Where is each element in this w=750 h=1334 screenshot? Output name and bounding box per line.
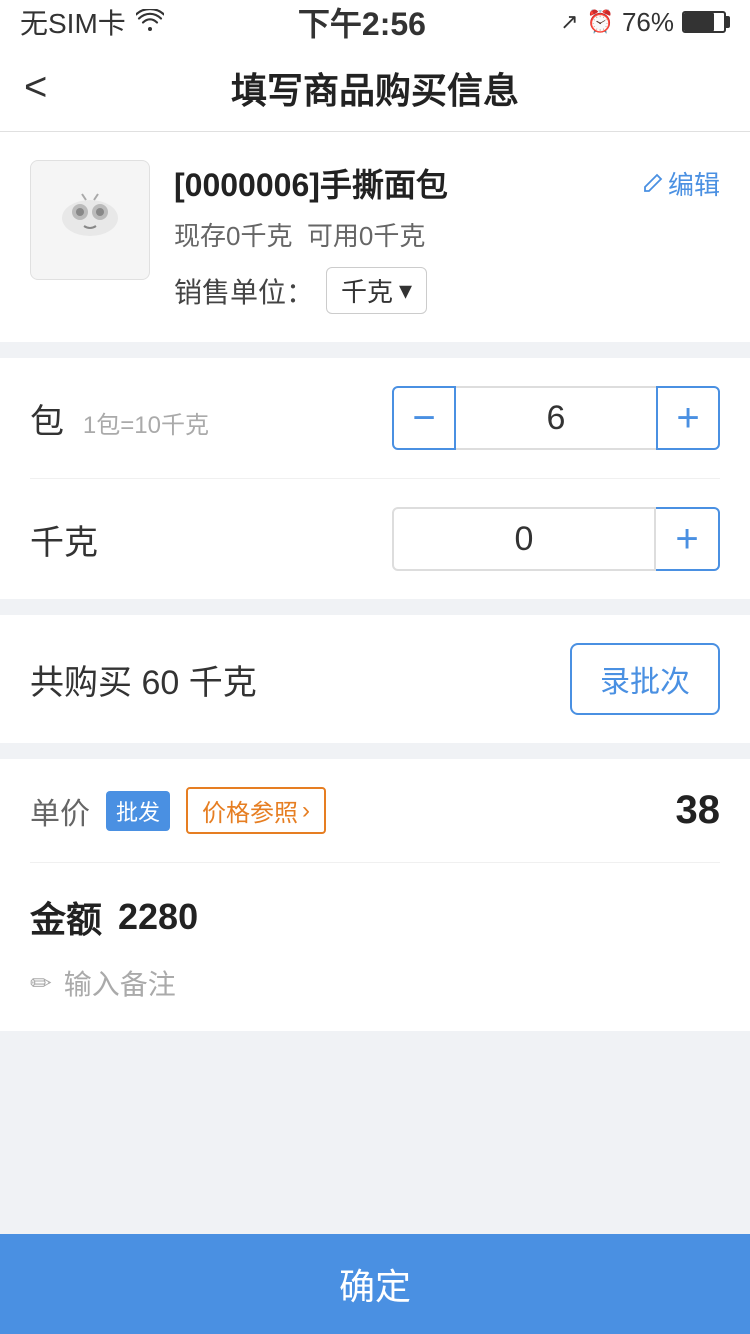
back-button[interactable]: < (24, 65, 47, 110)
bao-quantity-row: 包 1包=10千克 − + (30, 358, 720, 479)
kg-label: 千克 (30, 515, 98, 564)
amount-value: 2280 (118, 896, 198, 938)
status-left: 无SIM卡 (20, 2, 164, 42)
total-unit: 千克 (189, 664, 257, 702)
status-time: 下午2:56 (298, 0, 426, 45)
bao-increment-button[interactable]: + (656, 386, 720, 450)
bao-qty-control: − + (392, 386, 720, 450)
carrier-label: 无SIM卡 (20, 2, 126, 42)
kg-quantity-row: 千克 + (30, 479, 720, 599)
product-thumbnail (30, 160, 150, 280)
price-ref-arrow: › (302, 797, 310, 825)
battery-icon (682, 11, 730, 33)
unit-select[interactable]: 千克 ▾ (326, 267, 427, 314)
confirm-button-label: 确定 (339, 1258, 411, 1310)
bao-label-group: 包 1包=10千克 (30, 394, 209, 443)
unit-value: 千克 (341, 272, 393, 309)
price-ref-button[interactable]: 价格参照 › (186, 787, 326, 834)
price-ref-label: 价格参照 (202, 793, 298, 828)
dropdown-icon: ▾ (399, 275, 412, 306)
total-label: 共购买 (30, 664, 132, 702)
price-value: 38 (676, 788, 721, 833)
bao-decrement-button[interactable]: − (392, 386, 456, 450)
confirm-bar[interactable]: 确定 (0, 1234, 750, 1334)
amount-label: 金额 (30, 891, 102, 943)
remark-placeholder: 输入备注 (64, 963, 176, 1003)
nav-bar: < 填写商品购买信息 (0, 44, 750, 132)
total-row: 共购买 60 千克 录批次 (0, 615, 750, 743)
product-logo-icon (58, 190, 122, 250)
alarm-icon: ⏰ (587, 9, 614, 35)
price-label: 单价 (30, 789, 90, 833)
unit-row: 销售单位： 千克 ▾ (174, 267, 720, 314)
status-bar: 无SIM卡 下午2:56 ↗ ⏰ 76% (0, 0, 750, 44)
product-name-row: [0000006]手撕面包 编辑 (174, 160, 720, 206)
remark-row[interactable]: ✏ 输入备注 (30, 963, 720, 1003)
product-card: [0000006]手撕面包 编辑 现存0千克 可用0千克 销售单位： 千克 ▾ (0, 132, 750, 342)
pencil-icon: ✏ (30, 968, 52, 999)
bao-label: 包 (30, 403, 64, 441)
battery-percent: 76% (622, 7, 674, 38)
price-row: 单价 批发 价格参照 › 38 (30, 787, 720, 863)
edit-label: 编辑 (668, 165, 720, 202)
total-value: 60 (141, 664, 179, 702)
product-info: [0000006]手撕面包 编辑 现存0千克 可用0千克 销售单位： 千克 ▾ (174, 160, 720, 314)
kg-qty-control: + (392, 507, 720, 571)
bao-qty-input[interactable] (456, 386, 656, 450)
bao-hint: 1包=10千克 (83, 412, 209, 439)
product-full-name: [0000006]手撕面包 (174, 160, 448, 206)
page-title: 填写商品购买信息 (231, 62, 519, 114)
pifa-tag: 批发 (106, 791, 170, 831)
product-stock: 现存0千克 可用0千克 (174, 216, 720, 253)
amount-row: 金额 2280 (30, 891, 720, 943)
wifi-icon (136, 6, 164, 38)
unit-label: 销售单位： (174, 271, 314, 311)
batch-button[interactable]: 录批次 (570, 643, 720, 715)
status-right: ↗ ⏰ 76% (560, 7, 730, 38)
total-text: 共购买 60 千克 (30, 655, 257, 704)
price-section: 单价 批发 价格参照 › 38 (0, 759, 750, 863)
amount-section: 金额 2280 ✏ 输入备注 (0, 863, 750, 1031)
location-icon: ↗ (560, 9, 578, 35)
edit-button[interactable]: 编辑 (642, 165, 720, 202)
quantity-section: 包 1包=10千克 − + 千克 + (0, 358, 750, 599)
kg-qty-input[interactable] (392, 507, 656, 571)
kg-increment-button[interactable]: + (656, 507, 720, 571)
